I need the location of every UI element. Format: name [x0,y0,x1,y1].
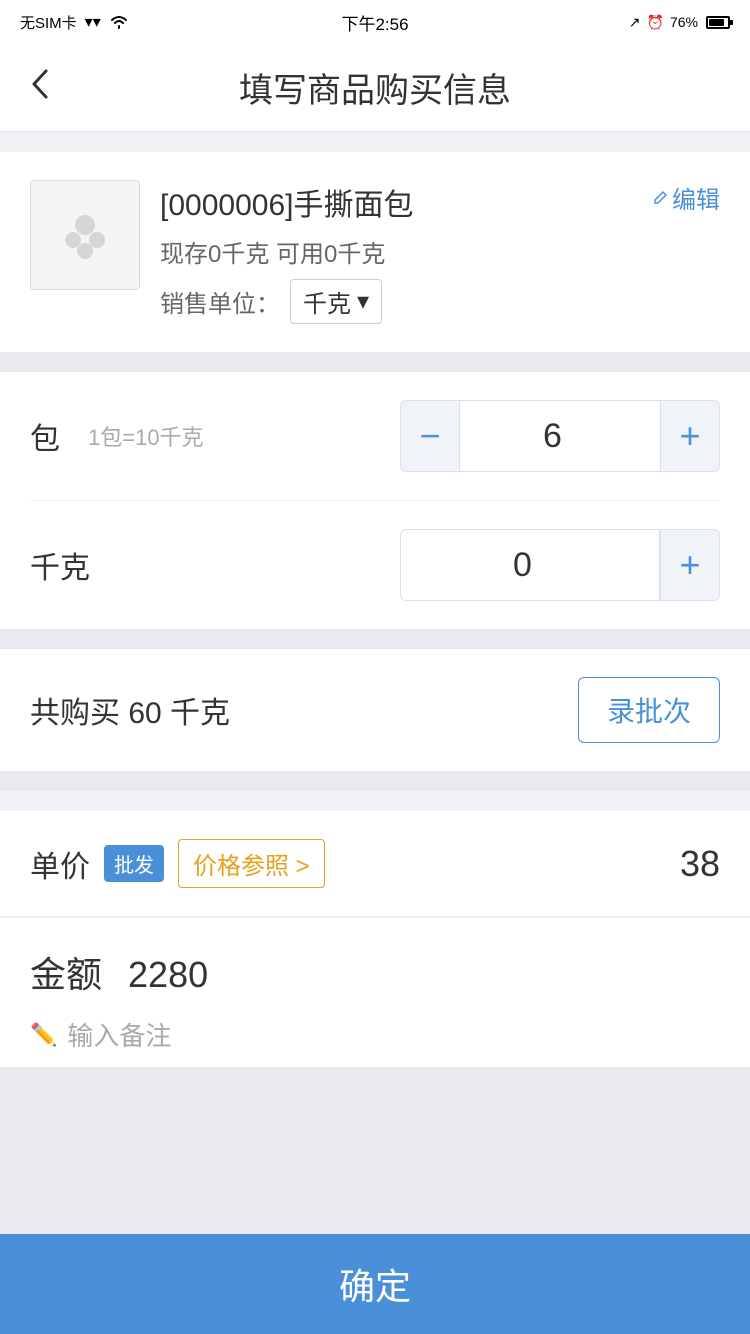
package-sublabel: 1包=10千克 [88,420,204,452]
kg-input-row: 千克 + [30,501,720,629]
remark-placeholder: 输入备注 [67,1016,171,1053]
package-minus-button[interactable]: − [400,400,460,472]
wifi-icon: ▾▾ [85,12,101,32]
price-label: 单价 [30,842,90,886]
total-row: 共购买 60 千克 录批次 [0,649,750,771]
kg-label: 千克 [30,543,90,587]
battery-percent: 76% [670,14,698,30]
input-section: 包 1包=10千克 − + 千克 + [0,372,750,629]
edit-button[interactable]: 编辑 [652,180,720,215]
alarm-icon: ⏰ [647,14,664,31]
price-row: 单价 批发 价格参照 > 38 [30,839,720,888]
product-stock: 现存0千克 可用0千克 [160,234,720,269]
amount-row: 金额 2280 [30,946,720,998]
remark-row[interactable]: ✏️ 输入备注 [30,1016,720,1053]
total-text: 共购买 60 千克 [30,688,230,732]
separator-1 [0,352,750,372]
price-value: 38 [680,843,720,885]
amount-label: 金额 [30,954,102,995]
status-left: 无SIM卡 ▾▾ [20,12,129,33]
status-right: ↗ ⏰ 76% [629,14,730,31]
nav-bar: 填写商品购买信息 [0,44,750,132]
location-icon: ↗ [629,14,641,31]
package-controls: − + [400,400,720,472]
separator-3 [0,771,750,791]
carrier-text: 无SIM卡 [20,12,77,33]
page-title: 填写商品购买信息 [239,63,511,112]
product-image [30,180,140,290]
separator-2 [0,629,750,649]
product-info: [0000006]手撕面包 现存0千克 可用0千克 销售单位： 千克 ▾ [160,180,720,324]
back-button[interactable] [20,57,60,118]
status-time: 下午2:56 [341,10,408,35]
status-bar: 无SIM卡 ▾▾ 下午2:56 ↗ ⏰ 76% [0,0,750,44]
pencil-icon: ✏️ [30,1022,57,1048]
unit-select[interactable]: 千克 ▾ [290,279,382,324]
kg-input[interactable] [400,529,660,601]
confirm-button[interactable]: 确定 [0,1234,750,1334]
record-batch-button[interactable]: 录批次 [578,677,720,743]
amount-section: 金额 2280 ✏️ 输入备注 [0,918,750,1067]
wifi-signal-icon [109,14,129,30]
package-plus-button[interactable]: + [660,400,720,472]
amount-value: 2280 [128,954,208,995]
kg-controls: + [400,529,720,601]
package-input[interactable] [460,400,660,472]
price-section: 单价 批发 价格参照 > 38 [0,811,750,916]
product-unit: 销售单位： 千克 ▾ [160,279,720,324]
product-card: [0000006]手撕面包 现存0千克 可用0千克 销售单位： 千克 ▾ 编辑 [0,152,750,352]
price-badge: 批发 [104,845,164,882]
package-label: 包 [30,414,60,458]
kg-plus-button[interactable]: + [660,529,720,601]
price-ref-button[interactable]: 价格参照 > [178,839,325,888]
package-input-row: 包 1包=10千克 − + [30,372,720,501]
unit-label: 销售单位： [160,284,280,319]
product-name: [0000006]手撕面包 [160,180,720,224]
battery-icon [706,16,730,29]
chevron-down-icon: ▾ [357,287,369,316]
